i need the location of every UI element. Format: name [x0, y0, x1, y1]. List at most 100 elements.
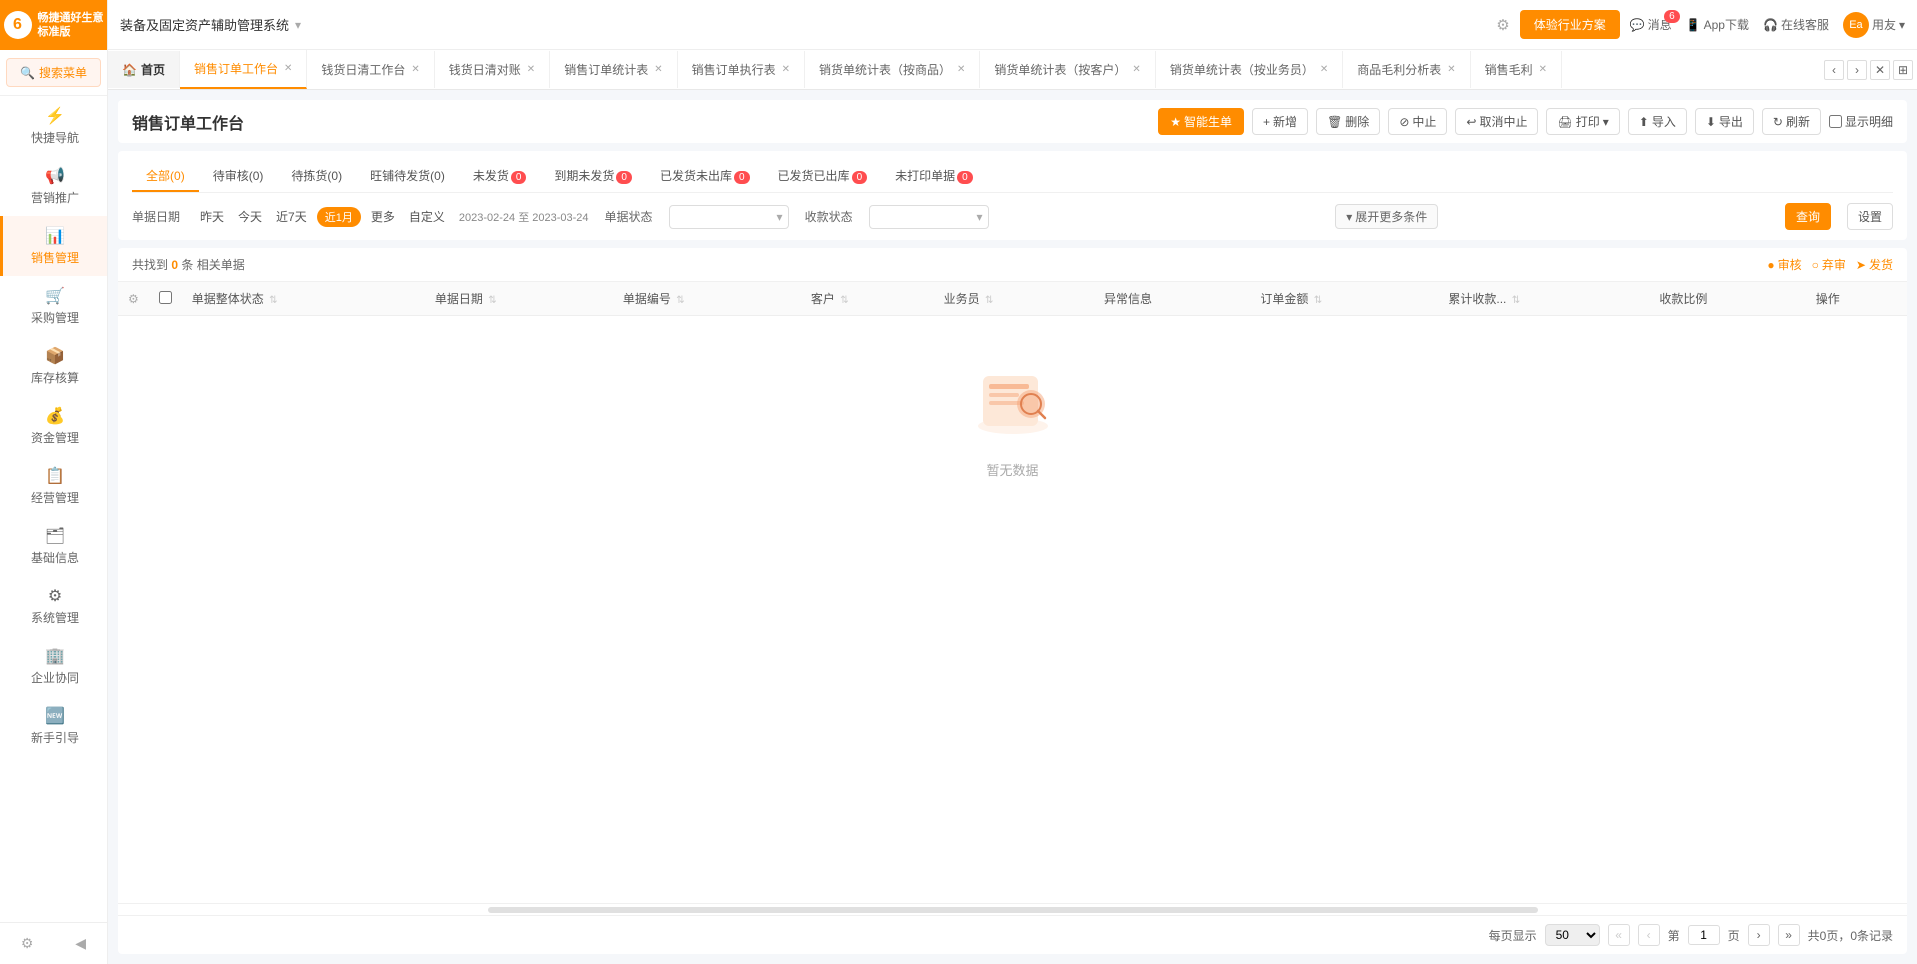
print-dropdown-icon: ▾	[1603, 115, 1609, 129]
filter-tab-pending-review[interactable]: 待审核(0)	[199, 161, 278, 192]
select-all-checkbox[interactable]	[159, 291, 172, 304]
tabs-next-button[interactable]: ›	[1847, 60, 1867, 80]
setting-button[interactable]: 设置	[1847, 203, 1893, 230]
date-more-button[interactable]: 更多	[367, 206, 399, 227]
col-doc-no: 单据编号 ⇅	[613, 282, 801, 316]
prev-page-button[interactable]: ‹	[1638, 924, 1660, 946]
date-custom-button[interactable]: 自定义	[405, 206, 449, 227]
filter-tab-shipped-not-out[interactable]: 已发货未出库0	[646, 161, 764, 192]
sidebar-item-purchase[interactable]: 🛒 采购管理	[0, 276, 107, 336]
message-button[interactable]: 💬 消息 6	[1630, 16, 1672, 33]
filter-tab-overdue-not-shipped[interactable]: 到期未发货0	[540, 161, 646, 192]
sidebar-collapse-button[interactable]: ◀	[71, 931, 90, 956]
show-detail-checkbox-label[interactable]: 显示明细	[1829, 113, 1893, 130]
filter-tab-not-shipped[interactable]: 未发货0	[459, 161, 541, 192]
date-today-button[interactable]: 今天	[234, 206, 266, 227]
delete-button[interactable]: 🗑 删除	[1316, 108, 1380, 135]
filter-bar: 全部(0) 待审核(0) 待拣货(0) 旺铺待发货(0) 未发货0 到期未发货0	[118, 151, 1907, 240]
sidebar-item-system[interactable]: ⚙ 系统管理	[0, 576, 107, 636]
export-button[interactable]: ⬇ 导出	[1695, 108, 1754, 135]
stop-button[interactable]: ⊘ 中止	[1388, 108, 1447, 135]
system-dropdown-icon: ▾	[295, 18, 301, 32]
date-yesterday-button[interactable]: 昨天	[196, 206, 228, 227]
expand-filter-button[interactable]: ▾ 展开更多条件	[1335, 204, 1438, 229]
add-button[interactable]: + 新增	[1252, 108, 1308, 135]
tabs-bar: 🏠 首页 销售订单工作台 ✕ 钱货日清工作台 ✕ 钱货日清对账 ✕ 销售订单统计…	[108, 50, 1917, 90]
sidebar-item-operations[interactable]: 📋 经营管理	[0, 456, 107, 516]
audit-button[interactable]: ● 审核	[1767, 256, 1801, 273]
page-input[interactable]	[1688, 925, 1720, 945]
tabs-close-all-button[interactable]: ✕	[1870, 60, 1890, 80]
sidebar-item-marketing[interactable]: 📢 营销推广	[0, 156, 107, 216]
next-page-button[interactable]: ›	[1748, 924, 1770, 946]
sidebar-item-basic-info[interactable]: 🗂 基础信息	[0, 516, 107, 576]
tab-sales-stat-staff[interactable]: 销货单统计表（按业务员） ✕	[1156, 51, 1343, 88]
ship-button[interactable]: ➤ 发货	[1856, 256, 1893, 273]
tab-close-sales-profit[interactable]: ✕	[1539, 64, 1547, 75]
sidebar-item-quick-nav[interactable]: ⚡ 快捷导航	[0, 96, 107, 156]
tab-close-cash-daily[interactable]: ✕	[411, 64, 419, 75]
tab-sales-order-stat[interactable]: 销售订单统计表 ✕	[550, 51, 677, 88]
sidebar-item-enterprise[interactable]: 🏢 企业协同	[0, 636, 107, 696]
cancel-audit-button[interactable]: ○ 弃审	[1812, 256, 1846, 273]
sort-icon-customer: ⇅	[840, 295, 848, 306]
smart-create-button[interactable]: ★ 智能生单	[1158, 108, 1244, 135]
filter-tab-all[interactable]: 全部(0)	[132, 161, 199, 192]
tabs-expand-button[interactable]: ⊞	[1893, 60, 1913, 80]
tab-cash-daily[interactable]: 钱货日清工作台 ✕	[307, 51, 434, 88]
app-download-button[interactable]: 📱 App下载	[1686, 16, 1749, 33]
sidebar-item-inventory[interactable]: 📦 库存核算	[0, 336, 107, 396]
tab-close-product-margin[interactable]: ✕	[1447, 64, 1455, 75]
filter-tab-pending-inspect[interactable]: 待拣货(0)	[277, 161, 356, 192]
sidebar-settings-button[interactable]: ⚙	[17, 931, 38, 956]
tab-close-sales-stat-staff[interactable]: ✕	[1320, 64, 1328, 75]
col-collected: 累计收款... ⇅	[1438, 282, 1649, 316]
sidebar-item-guide[interactable]: 🆕 新手引导	[0, 696, 107, 756]
first-page-button[interactable]: «	[1608, 924, 1630, 946]
tab-sales-stat-customer[interactable]: 销货单统计表（按客户） ✕	[980, 51, 1155, 88]
filter-tab-not-printed[interactable]: 未打印单据0	[881, 161, 987, 192]
import-button[interactable]: ⬆ 导入	[1628, 108, 1687, 135]
filter-date-options: 昨天 今天 近7天 近1月 更多 自定义 2023-02-24 至 2023-0…	[196, 206, 589, 227]
search-menu-button[interactable]: 🔍 搜索菜单	[6, 58, 101, 87]
date-1month-button[interactable]: 近1月	[317, 207, 361, 227]
tab-sales-stat-product[interactable]: 销货单统计表（按商品） ✕	[805, 51, 980, 88]
table-settings-header[interactable]: ⚙	[118, 282, 149, 316]
tab-close-sales-workbench[interactable]: ✕	[284, 63, 292, 74]
tab-close-sales-stat-customer[interactable]: ✕	[1132, 64, 1140, 75]
online-service-button[interactable]: 🎧 在线客服	[1763, 16, 1829, 33]
filter-tab-wangpu[interactable]: 旺铺待发货(0)	[356, 161, 459, 192]
trial-industry-button[interactable]: 体验行业方案	[1520, 10, 1620, 39]
tab-cash-reconcile[interactable]: 钱货日清对账 ✕	[435, 51, 550, 88]
tab-product-margin[interactable]: 商品毛利分析表 ✕	[1343, 51, 1470, 88]
refresh-button[interactable]: ↻ 刷新	[1762, 108, 1821, 135]
horizontal-scrollbar[interactable]	[118, 903, 1907, 915]
print-button[interactable]: 🖨 打印 ▾	[1546, 108, 1619, 135]
tab-sales-order-exec[interactable]: 销售订单执行表 ✕	[678, 51, 805, 88]
tab-sales-profit[interactable]: 销售毛利 ✕	[1471, 51, 1562, 88]
tab-sales-workbench[interactable]: 销售订单工作台 ✕	[180, 50, 307, 89]
tab-home[interactable]: 🏠 首页	[108, 51, 180, 88]
purchase-icon: 🛒	[45, 286, 65, 306]
tabs-prev-button[interactable]: ‹	[1824, 60, 1844, 80]
tab-close-sales-stat-product[interactable]: ✕	[957, 64, 965, 75]
import-icon: ⬆	[1639, 115, 1649, 129]
per-page-select[interactable]: 50 10 20 100	[1545, 924, 1600, 946]
tab-close-sales-order-stat[interactable]: ✕	[654, 64, 662, 75]
show-detail-checkbox[interactable]	[1829, 115, 1842, 128]
tab-close-cash-reconcile[interactable]: ✕	[527, 64, 535, 75]
topbar-gear-button[interactable]: ⚙	[1496, 16, 1509, 34]
filter-tab-shipped-out[interactable]: 已发货已出库0	[764, 161, 882, 192]
tab-close-sales-order-exec[interactable]: ✕	[782, 64, 790, 75]
user-menu[interactable]: Ea 用友 ▾	[1843, 12, 1905, 38]
filter-tabs: 全部(0) 待审核(0) 待拣货(0) 旺铺待发货(0) 未发货0 到期未发货0	[132, 161, 1893, 193]
print-icon: 🖨	[1557, 115, 1572, 129]
search-button[interactable]: 查询	[1785, 203, 1831, 230]
sidebar-item-finance[interactable]: 💰 资金管理	[0, 396, 107, 456]
cancel-stop-button[interactable]: ↩ 取消中止	[1455, 108, 1538, 135]
date-7days-button[interactable]: 近7天	[272, 206, 311, 227]
status-select[interactable]	[669, 205, 789, 229]
sidebar-item-sales[interactable]: 📊 销售管理	[0, 216, 107, 276]
last-page-button[interactable]: »	[1778, 924, 1800, 946]
payment-select[interactable]	[869, 205, 989, 229]
